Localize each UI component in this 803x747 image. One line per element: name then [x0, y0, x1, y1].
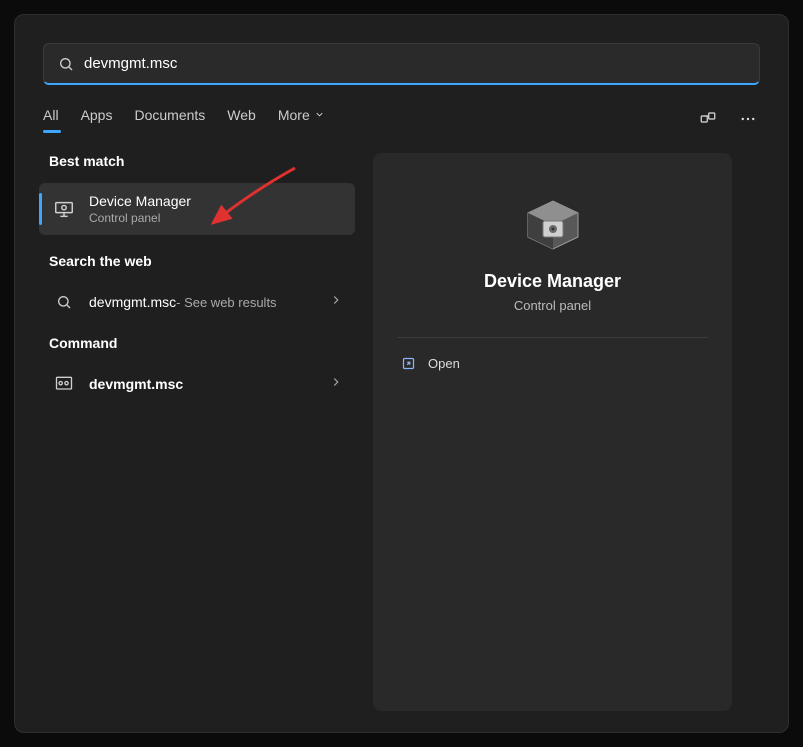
- command-title: devmgmt.msc: [89, 376, 183, 392]
- more-options-icon[interactable]: [736, 107, 760, 131]
- device-manager-icon: [51, 196, 77, 222]
- tab-label: All: [43, 107, 59, 123]
- open-icon: [401, 356, 416, 371]
- preview-subtitle: Control panel: [397, 298, 708, 313]
- web-result-suffix: - See web results: [176, 295, 276, 310]
- tab-label: Web: [227, 107, 256, 123]
- search-icon: [51, 289, 77, 315]
- chevron-right-icon: [329, 293, 343, 312]
- tab-label: More: [278, 107, 310, 123]
- open-action[interactable]: Open: [397, 346, 708, 381]
- result-device-manager[interactable]: Device Manager Control panel: [39, 183, 355, 235]
- search-icon: [58, 56, 74, 72]
- divider: [397, 337, 708, 338]
- result-title: Device Manager: [89, 193, 191, 209]
- preview-title: Device Manager: [397, 271, 708, 292]
- preview-panel: Device Manager Control panel Open: [373, 153, 732, 711]
- open-label: Open: [428, 356, 460, 371]
- search-window: All Apps Documents Web More Best match: [14, 14, 789, 733]
- device-manager-large-icon: [518, 193, 588, 253]
- tab-label: Documents: [134, 107, 205, 123]
- apps-icon[interactable]: [696, 107, 720, 131]
- result-command[interactable]: devmgmt.msc: [39, 365, 355, 403]
- tab-label: Apps: [81, 107, 113, 123]
- command-icon: [51, 371, 77, 397]
- result-web-search[interactable]: devmgmt.msc - See web results: [39, 283, 355, 321]
- tab-apps[interactable]: Apps: [81, 107, 113, 131]
- tab-web[interactable]: Web: [227, 107, 256, 131]
- chevron-down-icon: [314, 107, 325, 123]
- section-best-match: Best match: [49, 153, 355, 169]
- search-bar[interactable]: [43, 43, 760, 85]
- tab-documents[interactable]: Documents: [134, 107, 205, 131]
- tab-all[interactable]: All: [43, 107, 59, 131]
- tab-more[interactable]: More: [278, 107, 325, 131]
- section-command: Command: [49, 335, 355, 351]
- search-input[interactable]: [84, 55, 745, 72]
- result-subtitle: Control panel: [89, 211, 191, 225]
- tabs: All Apps Documents Web More: [43, 107, 325, 131]
- web-result-query: devmgmt.msc: [89, 294, 176, 310]
- chevron-right-icon: [329, 375, 343, 394]
- section-search-web: Search the web: [49, 253, 355, 269]
